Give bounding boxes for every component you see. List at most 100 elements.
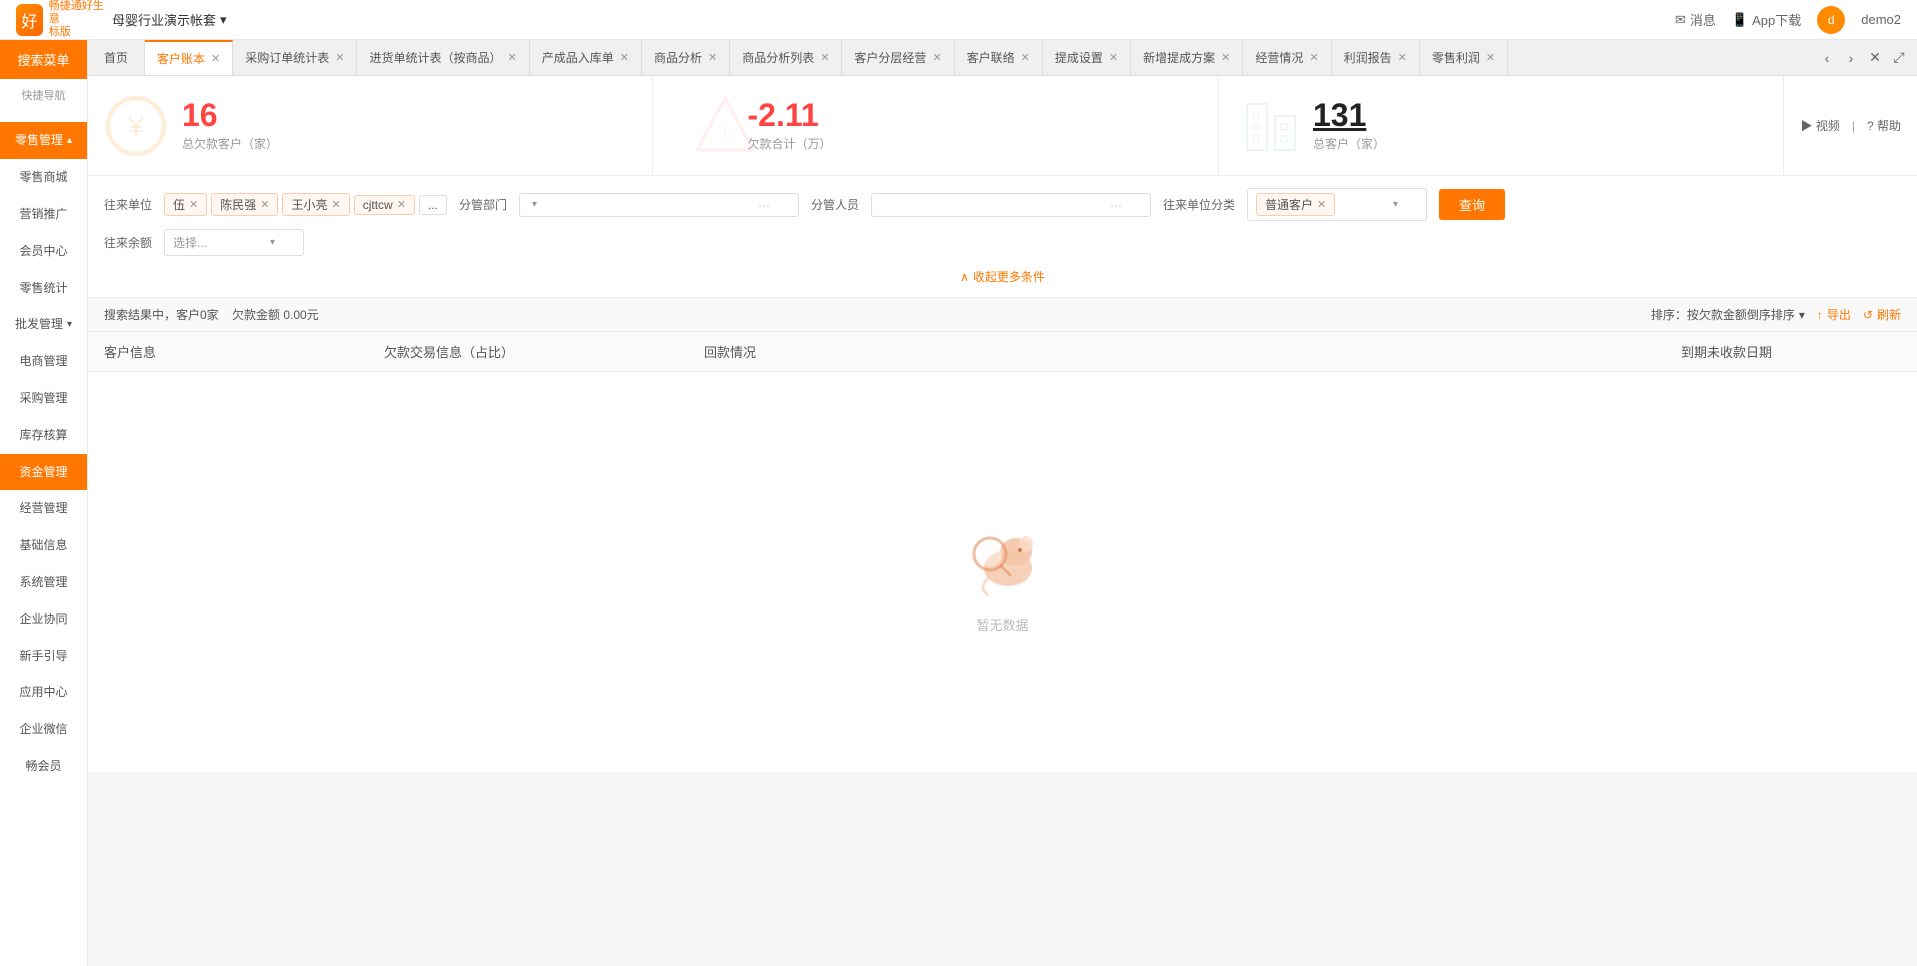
person-more-icon[interactable]: ···	[1110, 198, 1122, 212]
category-select[interactable]: 普通客户 ✕ ▾	[1247, 188, 1427, 221]
sidebar-item-collab[interactable]: 企业协同	[0, 601, 87, 638]
message-btn[interactable]: ✉ 消息	[1675, 10, 1716, 29]
sidebar-item-inventory[interactable]: 库存核算	[0, 417, 87, 454]
main-layout: 搜索菜单 快捷导航 零售管理 ▴ 零售商城 营销推广 会员中心 零售统计 批发管…	[0, 40, 1917, 966]
tab-expand-btn[interactable]: ⤢	[1889, 48, 1909, 68]
category-tag-close[interactable]: ✕	[1317, 198, 1326, 211]
help-text-btn[interactable]: ? 帮助	[1867, 117, 1901, 134]
tab-close-icon[interactable]: ✕	[708, 51, 717, 64]
tab-close-icon[interactable]: ✕	[1398, 51, 1407, 64]
sidebar-item-apps[interactable]: 应用中心	[0, 674, 87, 711]
tab-customer-tier[interactable]: 客户分层经营 ✕	[842, 40, 954, 76]
tab-close-icon[interactable]: ✕	[932, 51, 941, 64]
tab-close-icon[interactable]: ✕	[820, 51, 829, 64]
tab-product-instock[interactable]: 产成品入库单 ✕	[530, 40, 642, 76]
sidebar-item-wechat[interactable]: 企业微信	[0, 711, 87, 748]
sidebar-item-quick-nav[interactable]: 快捷导航	[0, 79, 87, 114]
tab-purchase-order-stats[interactable]: 采购订单统计表 ✕	[233, 40, 357, 76]
export-icon: ↑	[1817, 308, 1823, 322]
svg-text:¥: ¥	[127, 111, 144, 142]
dept-clear-icon[interactable]: ···	[758, 198, 770, 212]
sidebar-nav: 零售管理 ▴ 零售商城 营销推广 会员中心 零售统计 批发管理 ▾ 电商管理 采…	[0, 114, 87, 792]
person-select[interactable]: ···	[871, 193, 1151, 217]
sidebar-search[interactable]: 搜索菜单	[0, 40, 87, 79]
tab-profit-report[interactable]: 利润报告 ✕	[1332, 40, 1420, 76]
tab-prev-btn[interactable]: ‹	[1817, 48, 1837, 68]
stat-card-customers: ¥ 16 总欠款客户（家）	[88, 76, 653, 175]
unit-tag-3-close[interactable]: ✕	[332, 198, 341, 211]
chevron-right-icon: ▾	[67, 318, 72, 332]
tab-retail-profit[interactable]: 零售利润 ✕	[1420, 40, 1508, 76]
tab-add-commission[interactable]: 新增提成方案 ✕	[1131, 40, 1243, 76]
sidebar-item-basic-info[interactable]: 基础信息	[0, 527, 87, 564]
total-debt-label: 欠款合计（万）	[747, 135, 831, 152]
unit-tag-4: cjttcw ✕	[354, 195, 415, 215]
user-name[interactable]: demo2	[1861, 12, 1901, 27]
tab-commission-settings[interactable]: 提成设置 ✕	[1043, 40, 1131, 76]
tab-close-icon[interactable]: ✕	[1309, 51, 1318, 64]
video-icon: ▶	[1800, 119, 1812, 133]
tab-close-icon[interactable]: ✕	[620, 51, 629, 64]
unit-tag-2-close[interactable]: ✕	[260, 198, 269, 211]
sort-btn[interactable]: 排序：按欠款金额倒序排序 ▾	[1651, 306, 1805, 323]
account-selector[interactable]: 母婴行业演示帐套 ▾	[112, 10, 227, 29]
chevron-down-icon: ▾	[532, 199, 537, 210]
tab-close-icon[interactable]: ✕	[508, 51, 517, 64]
unit-tag-1-close[interactable]: ✕	[189, 198, 198, 211]
tab-customer-ledger[interactable]: 客户账本 ✕	[145, 40, 233, 76]
dept-filter-label: 分管部门	[459, 196, 507, 213]
tab-purchase-stats-product[interactable]: 进货单统计表（按商品） ✕	[357, 40, 529, 76]
app-download-btn[interactable]: 📱 App下载	[1732, 10, 1801, 29]
tab-close-all-btn[interactable]: ✕	[1865, 48, 1885, 68]
sidebar-item-retail-mall[interactable]: 零售商城	[0, 159, 87, 196]
tab-close-icon[interactable]: ✕	[1486, 51, 1495, 64]
filter-row-1: 往来单位 伍 ✕ 陈民强 ✕ 王小亮 ✕	[104, 188, 1901, 221]
empty-illustration	[958, 510, 1048, 603]
content-area: 首页 客户账本 ✕ 采购订单统计表 ✕ 进货单统计表（按商品） ✕ 产成品入库单…	[88, 40, 1917, 966]
sidebar-item-retail[interactable]: 零售管理 ▴	[0, 122, 87, 159]
total-customers-label: 总欠款客户（家）	[182, 135, 278, 152]
balance-select[interactable]: 选择... ▾	[164, 229, 304, 256]
more-tags-btn[interactable]: ...	[419, 195, 447, 215]
sidebar-item-finance[interactable]: 资金管理	[0, 454, 87, 491]
sidebar-item-guide[interactable]: 新手引导	[0, 638, 87, 675]
logo-text: 畅捷通好生意 标版	[49, 0, 104, 39]
sidebar-item-ecommerce[interactable]: 电商管理	[0, 343, 87, 380]
help-btn[interactable]: |	[1852, 119, 1855, 133]
tab-close-icon[interactable]: ✕	[1021, 51, 1030, 64]
sidebar-item-marketing[interactable]: 营销推广	[0, 196, 87, 233]
chevron-down-icon: ▾	[270, 237, 275, 248]
dept-select[interactable]: ▾ ···	[519, 193, 799, 217]
export-btn[interactable]: ↑ 导出	[1817, 306, 1851, 323]
question-icon: ?	[1867, 119, 1874, 133]
tab-next-btn[interactable]: ›	[1841, 48, 1861, 68]
search-btn[interactable]: 查询	[1439, 189, 1505, 220]
tab-operations[interactable]: 经营情况 ✕	[1243, 40, 1331, 76]
tab-close-icon[interactable]: ✕	[211, 52, 220, 65]
unit-tag-4-close[interactable]: ✕	[397, 198, 406, 211]
logo-area: 好 畅捷通好生意 标版	[16, 0, 104, 39]
tab-home[interactable]: 首页	[88, 40, 145, 76]
sidebar-item-vip[interactable]: 畅会员	[0, 748, 87, 785]
sidebar-item-operations[interactable]: 经营管理	[0, 490, 87, 527]
tab-close-icon[interactable]: ✕	[1221, 51, 1230, 64]
refresh-btn[interactable]: ↺ 刷新	[1863, 306, 1901, 323]
collapse-btn[interactable]: ∧ 收起更多条件	[960, 268, 1045, 285]
video-btn[interactable]: ▶ 视频	[1800, 117, 1839, 134]
stat-clients-content: 131 总客户（家）	[1313, 99, 1385, 152]
chevron-down-icon: ▾	[1799, 308, 1805, 322]
unit-tag-1: 伍 ✕	[164, 193, 207, 216]
sidebar-item-wholesale[interactable]: 批发管理 ▾	[0, 306, 87, 343]
avatar[interactable]: d	[1817, 6, 1845, 34]
sidebar-item-system[interactable]: 系统管理	[0, 564, 87, 601]
sidebar-item-members[interactable]: 会员中心	[0, 233, 87, 270]
tab-customer-contact[interactable]: 客户联络 ✕	[955, 40, 1043, 76]
tab-product-analysis[interactable]: 商品分析 ✕	[642, 40, 730, 76]
sidebar-item-purchase[interactable]: 采购管理	[0, 380, 87, 417]
tab-close-icon[interactable]: ✕	[335, 51, 344, 64]
tab-product-analysis-list[interactable]: 商品分析列表 ✕	[730, 40, 842, 76]
tab-bar: 首页 客户账本 ✕ 采购订单统计表 ✕ 进货单统计表（按商品） ✕ 产成品入库单…	[88, 40, 1917, 76]
tab-close-icon[interactable]: ✕	[1109, 51, 1118, 64]
person-filter-label: 分管人员	[811, 196, 859, 213]
sidebar-item-retail-stats[interactable]: 零售统计	[0, 270, 87, 307]
